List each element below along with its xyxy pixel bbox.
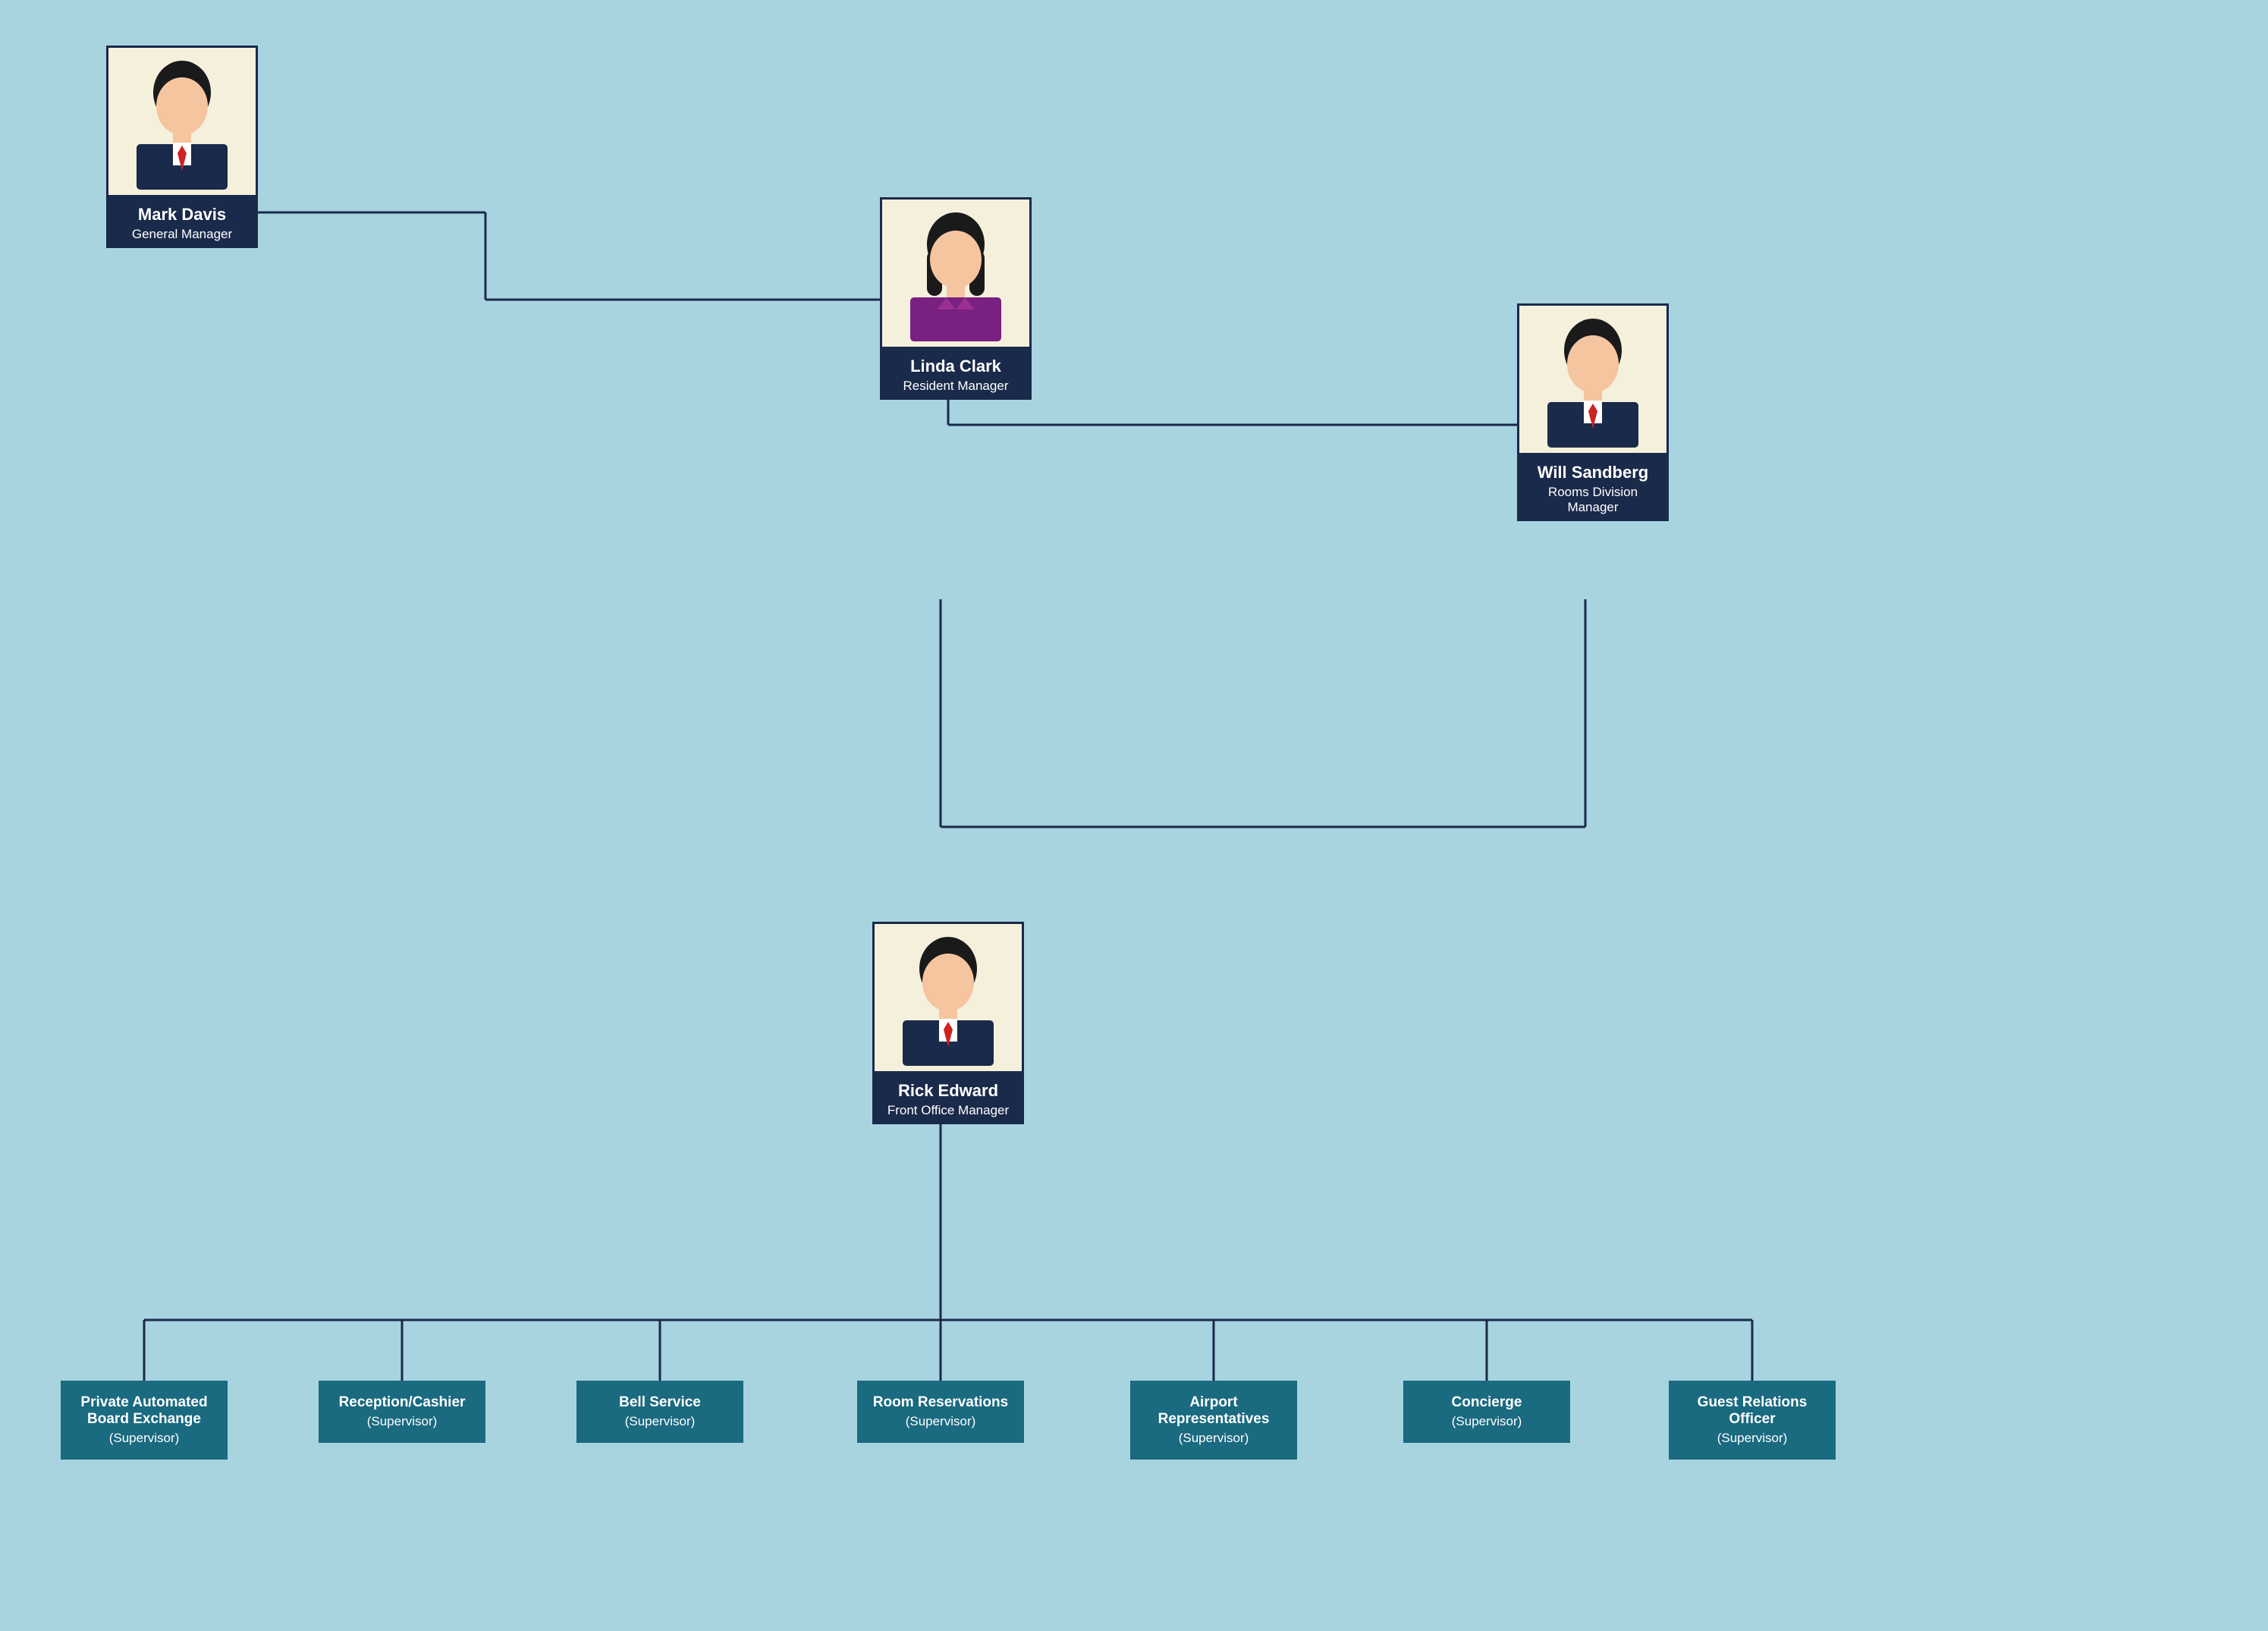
person-title: Front Office Manager	[878, 1103, 1018, 1118]
leaf-pabx: Private Automated Board Exchange (Superv…	[61, 1381, 228, 1460]
person-title: Rooms Division Manager	[1523, 485, 1663, 515]
name-box-will-sandberg: Will Sandberg Rooms Division Manager	[1517, 455, 1669, 521]
person-title: General Manager	[112, 227, 252, 242]
person-rick-edward: Rick Edward Front Office Manager	[865, 922, 1032, 1124]
leaf-room-reservations: Room Reservations (Supervisor)	[857, 1381, 1024, 1443]
leaf-title: (Supervisor)	[1139, 1431, 1288, 1446]
person-name: Rick Edward	[878, 1081, 1018, 1101]
leaf-title: (Supervisor)	[1412, 1414, 1561, 1429]
leaf-concierge: Concierge (Supervisor)	[1403, 1381, 1570, 1443]
person-title: Resident Manager	[886, 379, 1026, 394]
leaf-title: (Supervisor)	[70, 1431, 218, 1446]
org-chart: Mark Davis General Manager	[0, 0, 2268, 1631]
leaf-title: (Supervisor)	[866, 1414, 1015, 1429]
leaf-title: (Supervisor)	[328, 1414, 476, 1429]
leaf-guest-relations: Guest Relations Officer (Supervisor)	[1669, 1381, 1836, 1460]
person-mark-davis: Mark Davis General Manager	[99, 46, 265, 248]
leaf-name: Guest Relations Officer	[1678, 1394, 1827, 1428]
leaf-name: Concierge	[1412, 1394, 1561, 1411]
person-linda-clark: Linda Clark Resident Manager	[872, 197, 1039, 400]
person-will-sandberg: Will Sandberg Rooms Division Manager	[1509, 303, 1676, 521]
leaf-name: Room Reservations	[866, 1394, 1015, 1411]
name-box-mark-davis: Mark Davis General Manager	[106, 197, 258, 248]
name-box-rick-edward: Rick Edward Front Office Manager	[872, 1073, 1024, 1124]
person-name: Linda Clark	[886, 357, 1026, 376]
leaf-title: (Supervisor)	[1678, 1431, 1827, 1446]
leaf-name: Private Automated Board Exchange	[70, 1394, 218, 1428]
avatar-rick-edward	[872, 922, 1024, 1073]
leaf-name: Bell Service	[586, 1394, 734, 1411]
leaf-bell-service: Bell Service (Supervisor)	[576, 1381, 743, 1443]
leaf-reception: Reception/Cashier (Supervisor)	[319, 1381, 485, 1443]
person-name: Will Sandberg	[1523, 463, 1663, 482]
leaf-name: Airport Representatives	[1139, 1394, 1288, 1428]
avatar-mark-davis	[106, 46, 258, 197]
leaf-title: (Supervisor)	[586, 1414, 734, 1429]
leaf-airport-reps: Airport Representatives (Supervisor)	[1130, 1381, 1297, 1460]
avatar-will-sandberg	[1517, 303, 1669, 455]
avatar-linda-clark	[880, 197, 1032, 349]
name-box-linda-clark: Linda Clark Resident Manager	[880, 349, 1032, 400]
person-name: Mark Davis	[112, 205, 252, 225]
leaf-name: Reception/Cashier	[328, 1394, 476, 1411]
